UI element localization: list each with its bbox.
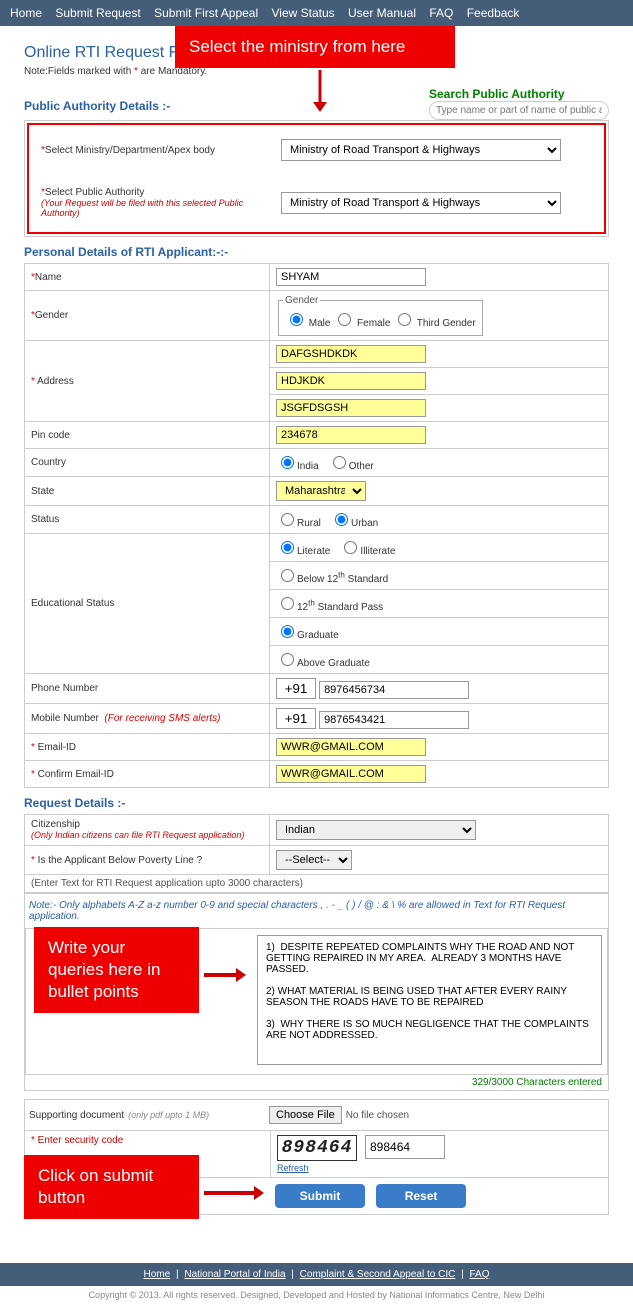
mobile-note: (For receiving SMS alerts) [104,713,220,724]
email-input[interactable] [276,738,426,756]
confirm-email-input[interactable] [276,765,426,783]
phone-label: Phone Number [31,683,98,694]
authority-note: (Your Request will be filed with this se… [41,198,281,218]
section-personal-details: Personal Details of RTI Applicant:-:- [24,245,609,259]
arrow-right-icon [204,965,246,985]
section-public-authority: Public Authority Details :- [24,99,170,113]
state-label: State [31,486,54,497]
pincode-input[interactable] [276,426,426,444]
phone-input[interactable] [319,681,469,699]
footer: Home | National Portal of India | Compla… [0,1263,633,1286]
address3-input[interactable] [276,399,426,417]
rti-text-input[interactable] [257,935,602,1065]
nav-submit-request[interactable]: Submit Request [55,6,140,20]
supporting-doc-label: Supporting document [29,1110,124,1121]
reset-button[interactable]: Reset [376,1184,466,1208]
country-other-radio[interactable] [333,456,346,469]
choose-file-button[interactable]: Choose File [269,1106,342,1124]
footer-national-portal[interactable]: National Portal of India [184,1269,285,1280]
bpl-select[interactable]: --Select-- [276,850,352,870]
edu-literate-radio[interactable] [281,541,294,554]
nav-home[interactable]: Home [10,6,42,20]
top-nav: Home Submit Request Submit First Appeal … [0,0,633,26]
no-file-text: No file chosen [346,1110,409,1121]
authority-label: Select Public Authority [45,187,145,198]
edu-above-graduate-radio[interactable] [281,653,294,666]
pincode-label: Pin code [31,430,70,441]
footer-cic[interactable]: Complaint & Second Appeal to CIC [300,1269,456,1280]
country-india-radio[interactable] [281,456,294,469]
captcha-image: 898464 [277,1135,357,1161]
ministry-label: Select Ministry/Department/Apex body [45,145,215,156]
edu-label: Educational Status [31,598,114,609]
gender-male-radio[interactable] [290,313,303,326]
annotation-click-submit: Click on submit button [24,1155,199,1219]
ministry-selection-highlight: *Select Ministry/Department/Apex body Mi… [27,123,606,234]
allowed-chars-note: Note:- Only alphabets A-Z a-z number 0-9… [25,894,608,928]
search-label: Search Public Authority [429,87,609,101]
char-count: 329/3000 Characters entered [25,1075,608,1090]
nav-submit-appeal[interactable]: Submit First Appeal [154,6,258,20]
annotation-select-ministry: Select the ministry from here [175,26,455,68]
mobile-prefix[interactable] [276,708,316,729]
phone-prefix[interactable] [276,678,316,699]
country-label: Country [31,457,66,468]
arrow-down-icon [310,70,330,118]
status-label: Status [31,514,59,525]
email-label: Email-ID [38,742,76,753]
annotation-write-queries: Write your queries here in bullet points [34,927,199,1013]
ministry-select[interactable]: Ministry of Road Transport & Highways [281,139,561,161]
public-authority-select[interactable]: Ministry of Road Transport & Highways [281,192,561,214]
bpl-label: Is the Applicant Below Poverty Line ? [38,855,203,866]
personal-details-table: *Name *Gender Gender Male Female Third G… [24,263,609,788]
address2-input[interactable] [276,372,426,390]
enter-text-note: (Enter Text for RTI Request application … [24,875,609,893]
edu-graduate-radio[interactable] [281,625,294,638]
captcha-refresh-link[interactable]: Refresh [277,1163,357,1173]
gender-female-radio[interactable] [338,313,351,326]
status-urban-radio[interactable] [335,513,348,526]
arrow-right-icon-2 [204,1183,264,1203]
citizenship-select[interactable]: Indian [276,820,476,840]
copyright: Copyright © 2013. All rights reserved. D… [0,1286,633,1308]
footer-faq[interactable]: FAQ [469,1269,489,1280]
mobile-input[interactable] [319,711,469,729]
captcha-input[interactable] [365,1135,445,1159]
footer-home[interactable]: Home [144,1269,171,1280]
nav-feedback[interactable]: Feedback [467,6,520,20]
nav-view-status[interactable]: View Status [271,6,334,20]
submit-button[interactable]: Submit [275,1184,365,1208]
confirm-email-label: Confirm Email-ID [38,769,114,780]
citizenship-note: (Only Indian citizens can file RTI Reque… [31,830,244,840]
status-rural-radio[interactable] [281,513,294,526]
section-request-details: Request Details :- [24,796,609,810]
mobile-label: Mobile Number [31,713,99,724]
edu-illiterate-radio[interactable] [344,541,357,554]
request-details-table: Citizenship(Only Indian citizens can fil… [24,814,609,875]
edu-12pass-radio[interactable] [281,597,294,610]
nav-faq[interactable]: FAQ [429,6,453,20]
state-select[interactable]: Maharashtra [276,481,366,501]
supporting-doc-note: (only pdf upto 1 MB) [128,1110,209,1120]
gender-third-radio[interactable] [398,313,411,326]
name-input[interactable] [276,268,426,286]
nav-user-manual[interactable]: User Manual [348,6,416,20]
address1-input[interactable] [276,345,426,363]
name-label: Name [35,272,62,283]
security-code-label: Enter security code [38,1135,124,1146]
address-label: Address [37,376,74,387]
gender-label: Gender [35,310,68,321]
edu-below12-radio[interactable] [281,569,294,582]
citizenship-label: Citizenship [31,819,80,830]
search-public-authority-input[interactable] [429,101,609,120]
